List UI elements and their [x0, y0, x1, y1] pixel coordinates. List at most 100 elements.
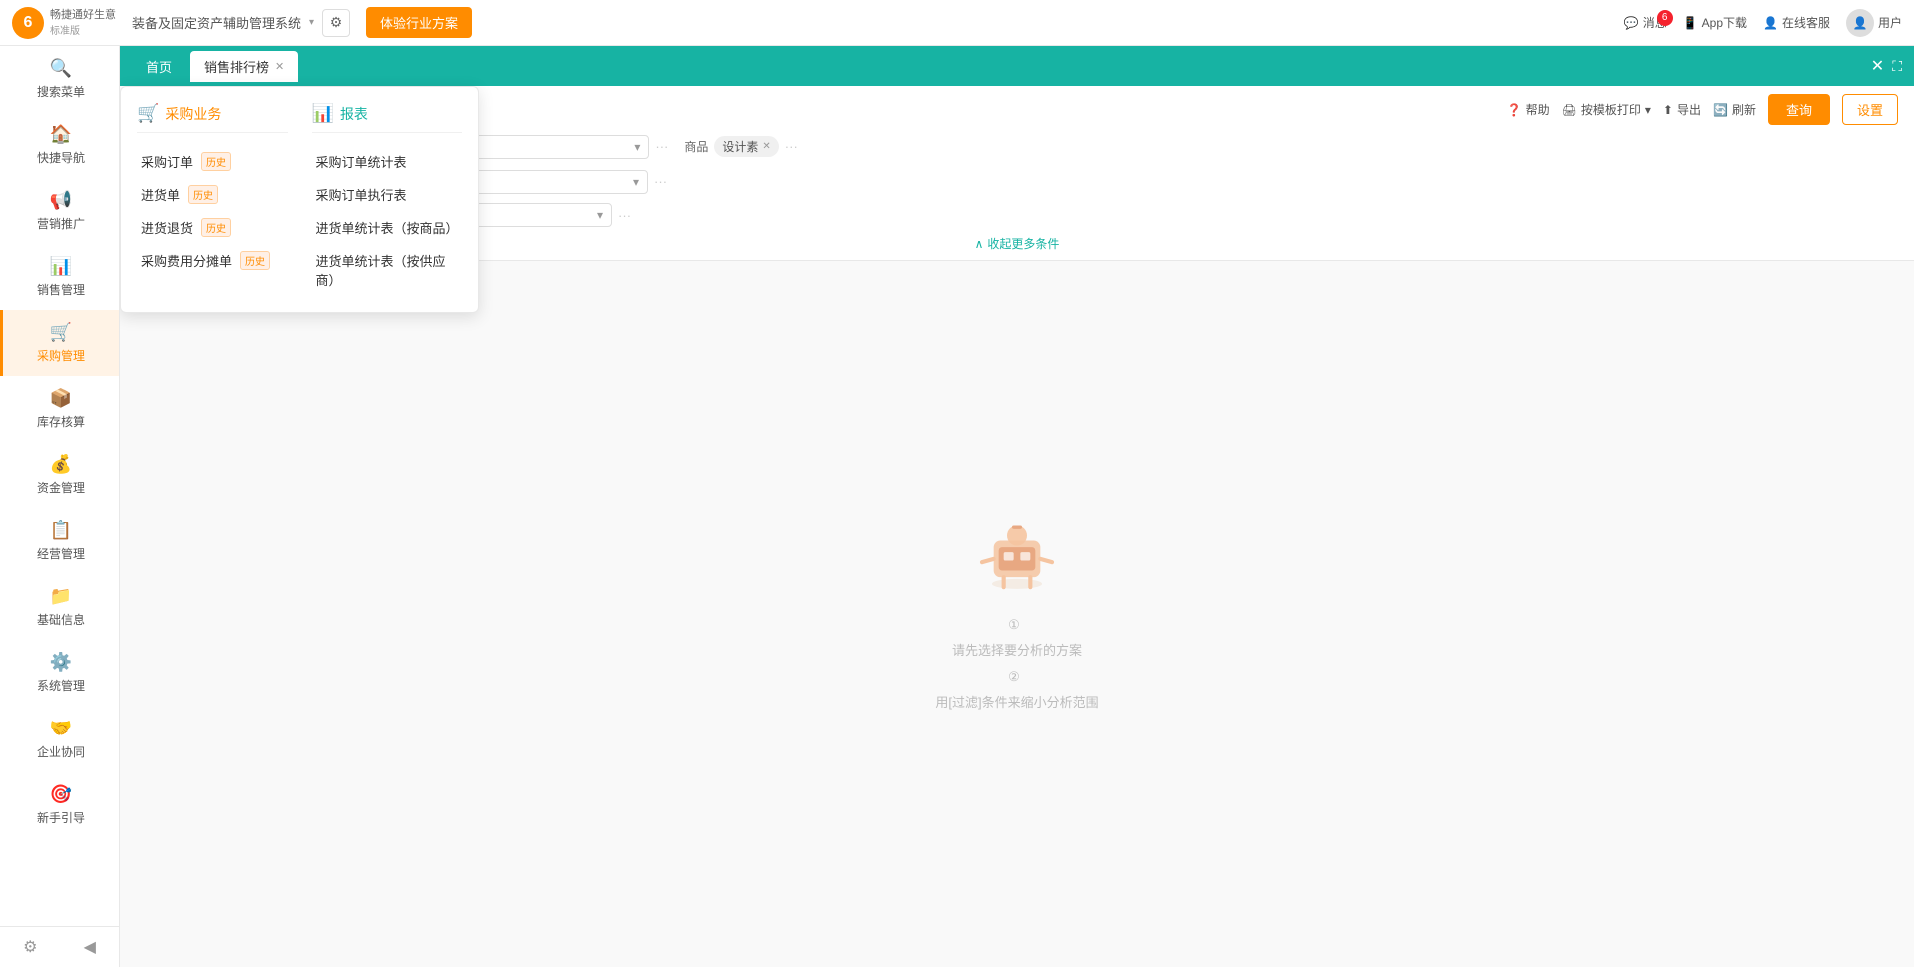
refresh-icon: 🔄: [1713, 103, 1728, 117]
report-col-title: 📊 报表: [312, 103, 463, 133]
sidebar-label-quick: 快捷导航: [37, 149, 85, 166]
sidebar-item-inventory[interactable]: 📦 库存核算: [0, 376, 119, 442]
empty-hint-1: ① 请先选择要分析的方案: [935, 612, 1098, 664]
sidebar-label-finance: 资金管理: [37, 479, 85, 496]
user-avatar: 👤: [1846, 9, 1874, 37]
sidebar-item-guide[interactable]: 🎯 新手引导: [0, 772, 119, 838]
sidebar-label-basic: 基础信息: [37, 611, 85, 628]
purchase-col-title: 🛒 采购业务: [137, 103, 288, 133]
sidebar-item-sales[interactable]: 📊 销售管理: [0, 244, 119, 310]
home-icon: 🏠: [50, 124, 72, 145]
user-label: 用户: [1878, 14, 1902, 31]
tab-sales-rank[interactable]: 销售排行榜 ✕: [190, 51, 298, 82]
sidebar-label-marketing: 营销推广: [37, 215, 85, 232]
handshake-icon: 🤝: [50, 718, 72, 739]
salesman-arrow: ▾: [633, 175, 639, 189]
menu-item-inbound-stat-supplier[interactable]: 进货单统计表（按供应商）: [312, 244, 463, 296]
sidebar-label-guide: 新手引导: [37, 809, 85, 826]
menu-item-purchase-fee[interactable]: 采购费用分摊单 历史: [137, 244, 288, 277]
menu-item-inbound[interactable]: 进货单 历史: [137, 178, 288, 211]
tab-home-label: 首页: [146, 57, 172, 76]
refresh-label: 刷新: [1732, 101, 1756, 118]
sidebar-item-operations[interactable]: 📋 经营管理: [0, 508, 119, 574]
megaphone-icon: 📢: [50, 190, 72, 211]
doc-status-dots[interactable]: ···: [655, 139, 668, 154]
export-label: 导出: [1677, 101, 1701, 118]
cart-icon: 🛒: [50, 322, 72, 343]
sidebar-bottom: ⚙ ◀: [0, 926, 119, 967]
salesman-dots[interactable]: ···: [654, 174, 667, 189]
tab-close-btn[interactable]: ✕: [275, 60, 284, 73]
sidebar-label-search: 搜索菜单: [37, 83, 85, 100]
menu-item-inbound-stat-goods[interactable]: 进货单统计表（按商品）: [312, 211, 463, 244]
sidebar-item-quick[interactable]: 🏠 快捷导航: [0, 112, 119, 178]
logo-icon: 6: [12, 7, 44, 39]
doc-icon: 📋: [50, 520, 72, 541]
sidebar-item-basic[interactable]: 📁 基础信息: [0, 574, 119, 640]
tab-bar-maximize-btn[interactable]: ⛶: [1892, 58, 1902, 75]
inbound-return-label: 进货退货: [141, 218, 193, 237]
purchase-col: 🛒 采购业务 采购订单 历史 进货单 历史 进货退货 历史 采购费用分摊单: [137, 103, 288, 296]
hist-badge-purchase-fee: 历史: [240, 251, 270, 270]
inbound-stat-goods-label: 进货单统计表（按商品）: [316, 218, 459, 237]
system-dropdown-arrow[interactable]: ▾: [309, 17, 314, 28]
po-stat-label: 采购订单统计表: [316, 152, 407, 171]
empty-illustration: [967, 513, 1067, 593]
customer-dots[interactable]: ···: [618, 208, 631, 223]
topbar-right: 💬 消息 6 📱 App下载 👤 在线客服 👤 用户: [1624, 9, 1902, 37]
logo-text: 畅捷通好生意: [50, 8, 116, 22]
print-dropdown-arrow[interactable]: ▾: [1645, 103, 1651, 117]
search-icon: 🔍: [50, 58, 72, 79]
help-btn[interactable]: ❓ 帮助: [1507, 101, 1550, 118]
menu-item-inbound-return[interactable]: 进货退货 历史: [137, 211, 288, 244]
print-btn[interactable]: 🖨 按模板打印 ▾: [1562, 101, 1651, 118]
topbar: 6 畅捷通好生意 标准版 装备及固定资产辅助管理系统 ▾ ⚙ 体验行业方案 💬 …: [0, 0, 1914, 46]
print-label: 按模板打印: [1581, 101, 1641, 118]
settings-button[interactable]: 设置: [1842, 94, 1898, 125]
inbound-stat-supplier-label: 进货单统计表（按供应商）: [316, 251, 459, 289]
settings-gear-btn[interactable]: ⚙: [322, 9, 350, 37]
menu-item-po-stat[interactable]: 采购订单统计表: [312, 145, 463, 178]
tab-bar-right: ✕ ⛶: [1871, 56, 1902, 76]
sidebar-label-cooperation: 企业协同: [37, 743, 85, 760]
tab-home[interactable]: 首页: [132, 51, 186, 82]
main-content-empty: ① 请先选择要分析的方案 ② 用[过滤]条件来缩小分析范围: [120, 261, 1914, 967]
export-btn[interactable]: ⬆ 导出: [1663, 101, 1701, 118]
sidebar-item-system[interactable]: ⚙️ 系统管理: [0, 640, 119, 706]
print-icon: 🖨: [1562, 103, 1577, 117]
doc-status-select[interactable]: ▾: [449, 135, 649, 159]
goods-dots[interactable]: ···: [785, 139, 798, 154]
trial-button[interactable]: 体验行业方案: [366, 7, 472, 38]
gear-icon: ⚙️: [50, 652, 72, 673]
service-icon: 👤: [1763, 16, 1778, 30]
sidebar-item-purchase[interactable]: 🛒 采购管理: [0, 310, 119, 376]
collapse-label: 收起更多条件: [987, 235, 1059, 252]
chart-icon: 📊: [50, 256, 72, 277]
sidebar-item-search[interactable]: 🔍 搜索菜单: [0, 46, 119, 112]
sidebar-settings-btn[interactable]: ⚙: [23, 937, 37, 957]
goods-tag-close[interactable]: ✕: [762, 141, 770, 152]
menu-item-po-exec[interactable]: 采购订单执行表: [312, 178, 463, 211]
help-icon: ❓: [1507, 103, 1522, 117]
sidebar-item-marketing[interactable]: 📢 营销推广: [0, 178, 119, 244]
sidebar-label-purchase: 采购管理: [37, 347, 85, 364]
purchase-col-icon: 🛒: [137, 103, 159, 124]
sidebar-item-finance[interactable]: 💰 资金管理: [0, 442, 119, 508]
sidebar-item-cooperation[interactable]: 🤝 企业协同: [0, 706, 119, 772]
message-icon: 💬: [1624, 16, 1639, 30]
content-area: 首页 销售排行榜 ✕ ✕ ⛶ 🛒 采购业务 采购订单 历史: [120, 46, 1914, 967]
tab-bar-close-btn[interactable]: ✕: [1871, 56, 1884, 76]
sidebar-label-inventory: 库存核算: [37, 413, 85, 430]
message-btn[interactable]: 💬 消息 6: [1624, 14, 1667, 31]
user-area[interactable]: 👤 用户: [1846, 9, 1902, 37]
menu-item-purchase-order[interactable]: 采购订单 历史: [137, 145, 288, 178]
hist-badge-inbound-return: 历史: [201, 218, 231, 237]
sidebar-collapse-btn[interactable]: ◀: [84, 937, 96, 957]
purchase-dropdown-menu: 🛒 采购业务 采购订单 历史 进货单 历史 进货退货 历史 采购费用分摊单: [120, 86, 479, 313]
app-download-btn[interactable]: 📱 App下载: [1683, 14, 1747, 31]
doc-status-arrow: ▾: [634, 140, 640, 154]
system-title-text: 装备及固定资产辅助管理系统: [132, 13, 301, 32]
refresh-btn[interactable]: 🔄 刷新: [1713, 101, 1756, 118]
online-service-btn[interactable]: 👤 在线客服: [1763, 14, 1830, 31]
query-button[interactable]: 查询: [1768, 94, 1830, 125]
